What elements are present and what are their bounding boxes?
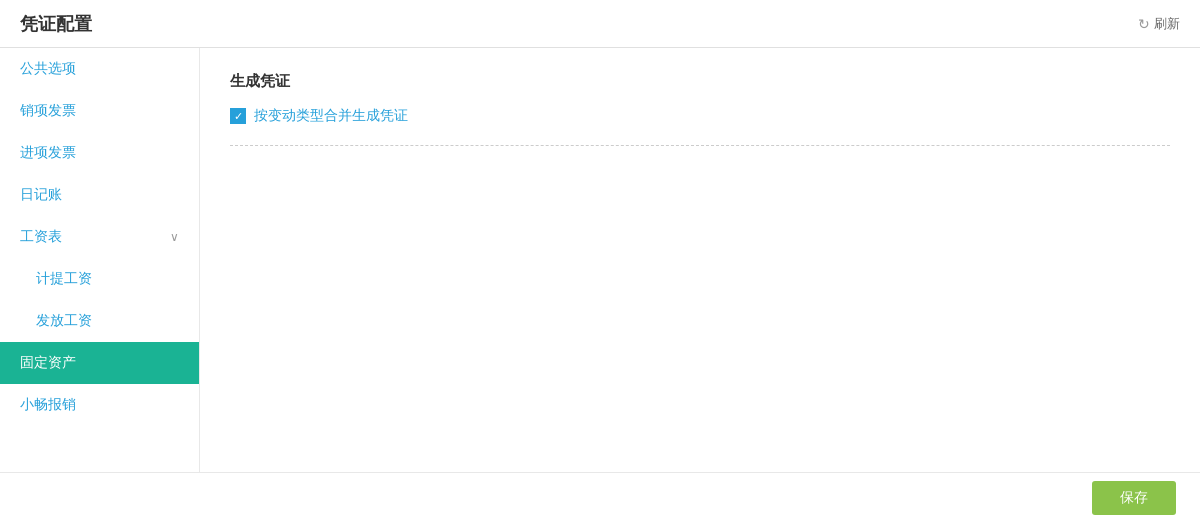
- save-button[interactable]: 保存: [1092, 481, 1176, 515]
- sidebar-item-label: 公共选项: [20, 60, 76, 78]
- body-container: 公共选项 销项发票 进项发票 日记账 工资表 ∨ 计提工资 发放工资 固定资产 …: [0, 48, 1200, 472]
- sidebar-item-label: 工资表: [20, 228, 62, 246]
- sidebar: 公共选项 销项发票 进项发票 日记账 工资表 ∨ 计提工资 发放工资 固定资产 …: [0, 48, 200, 472]
- page-header: 凭证配置 ↻ 刷新: [0, 0, 1200, 48]
- merge-by-type-checkbox[interactable]: ✓: [230, 108, 246, 124]
- refresh-label: 刷新: [1154, 15, 1180, 33]
- checkbox-row: ✓ 按变动类型合并生成凭证: [230, 107, 1170, 125]
- sidebar-item-label: 计提工资: [36, 270, 92, 288]
- sidebar-item-label: 销项发票: [20, 102, 76, 120]
- chevron-down-icon: ∨: [170, 230, 179, 244]
- sidebar-item-label: 发放工资: [36, 312, 92, 330]
- sidebar-item-fixed-assets[interactable]: 固定资产: [0, 342, 199, 384]
- sidebar-item-purchase-invoice[interactable]: 进项发票: [0, 132, 199, 174]
- main-content: 生成凭证 ✓ 按变动类型合并生成凭证: [200, 48, 1200, 472]
- sidebar-item-payroll-table[interactable]: 工资表 ∨: [0, 216, 199, 258]
- sidebar-item-label: 小畅报销: [20, 396, 76, 414]
- refresh-icon: ↻: [1138, 16, 1150, 32]
- sidebar-item-label: 进项发票: [20, 144, 76, 162]
- sidebar-item-sales-invoice[interactable]: 销项发票: [0, 90, 199, 132]
- refresh-button[interactable]: ↻ 刷新: [1138, 15, 1180, 33]
- section-title: 生成凭证: [230, 72, 1170, 91]
- sidebar-item-expense-report[interactable]: 小畅报销: [0, 384, 199, 426]
- page-title: 凭证配置: [20, 12, 92, 36]
- sidebar-item-label: 固定资产: [20, 354, 76, 372]
- merge-by-type-label[interactable]: 按变动类型合并生成凭证: [254, 107, 408, 125]
- checkmark-icon: ✓: [234, 111, 243, 122]
- page-footer: 保存: [0, 472, 1200, 522]
- sidebar-item-payroll-issue[interactable]: 发放工资: [0, 300, 199, 342]
- sidebar-item-journal[interactable]: 日记账: [0, 174, 199, 216]
- sidebar-item-payroll-advance[interactable]: 计提工资: [0, 258, 199, 300]
- sidebar-item-label: 日记账: [20, 186, 62, 204]
- section-divider: [230, 145, 1170, 146]
- sidebar-item-public-options[interactable]: 公共选项: [0, 48, 199, 90]
